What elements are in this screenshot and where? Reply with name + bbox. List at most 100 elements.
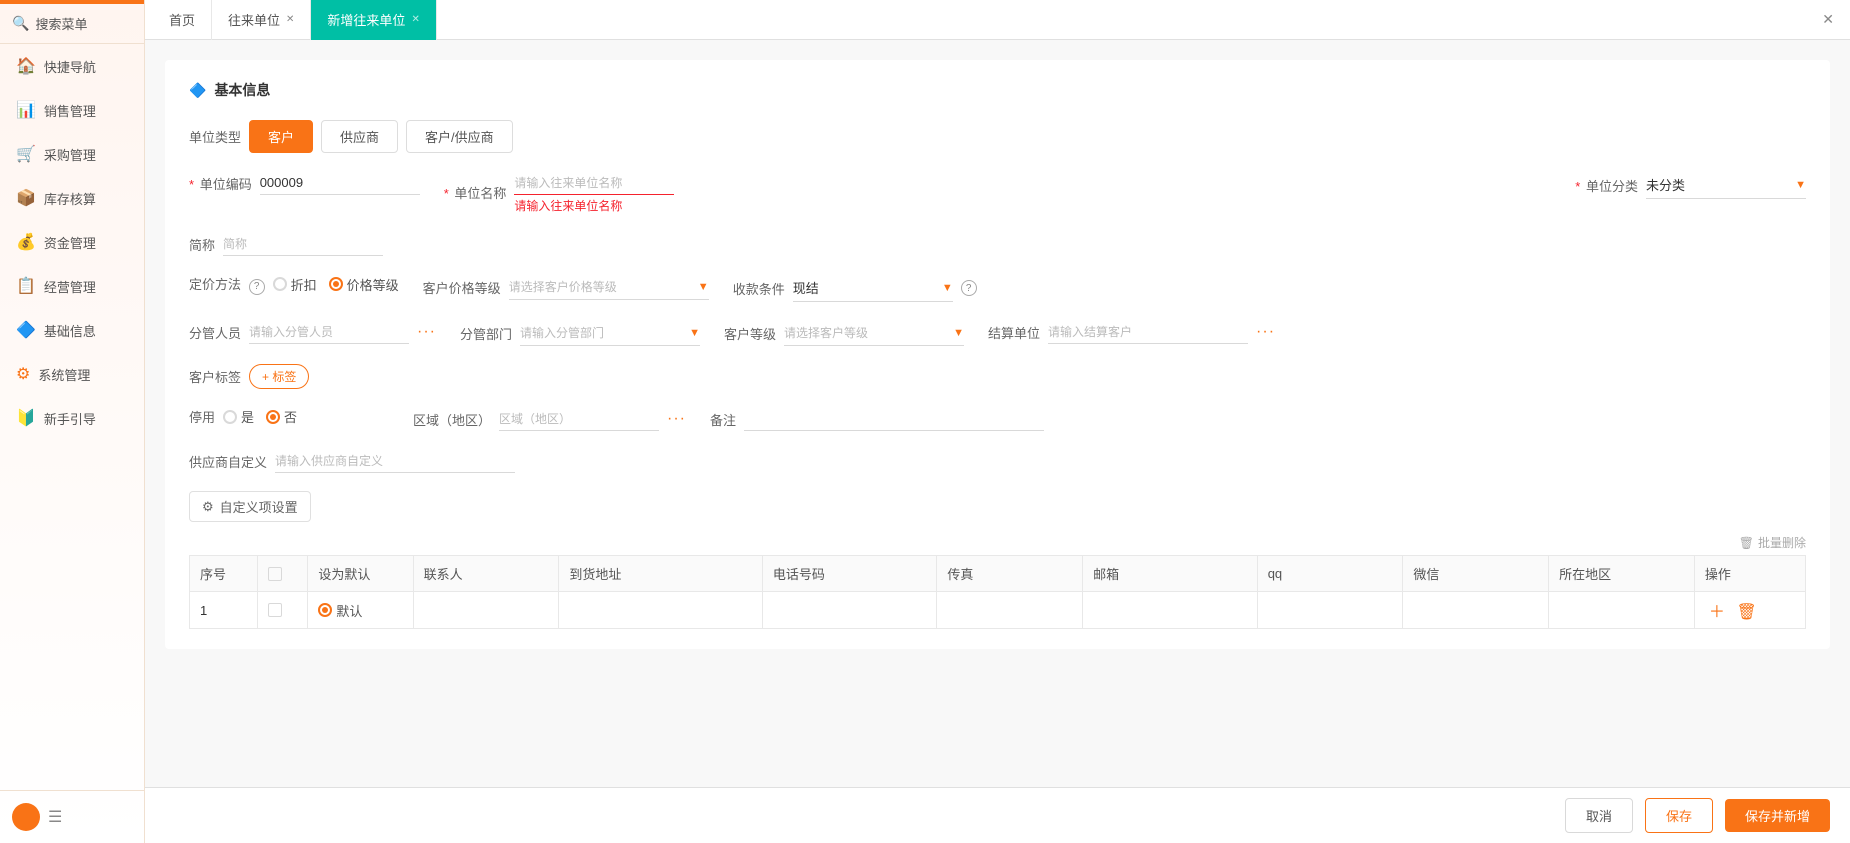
supplier-custom-input[interactable] — [275, 449, 515, 473]
unit-type-both-btn[interactable]: 客户/供应商 — [406, 120, 513, 153]
tab-new-contact[interactable]: 新增往来单位 ✕ — [311, 0, 436, 40]
manager-label: 分管人员 — [189, 323, 241, 342]
save-button[interactable]: 保存 — [1645, 798, 1713, 833]
row-email[interactable] — [1083, 592, 1258, 629]
sidebar-item-system[interactable]: ⚙ 系统管理 — [0, 352, 144, 396]
shopping-icon: 🛒 — [16, 144, 36, 164]
delete-row-button[interactable]: 🗑 — [1733, 602, 1761, 622]
sidebar-item-basic-info[interactable]: 🔷 基础信息 — [0, 308, 144, 352]
clipboard-icon: 📋 — [16, 276, 36, 296]
supplier-custom-label: 供应商自定义 — [189, 452, 267, 471]
row-fax[interactable] — [937, 592, 1083, 629]
payment-terms-field: 收款条件 现结 ▼ ? — [733, 274, 977, 302]
email-input[interactable] — [1093, 603, 1193, 618]
sidebar-item-guide[interactable]: 🔰 新手引导 — [0, 396, 144, 440]
disabled-label: 停用 — [189, 407, 215, 426]
pricing-discount-radio[interactable]: 折扣 — [273, 275, 317, 294]
payment-help-icon[interactable]: ? — [961, 280, 977, 296]
sidebar-item-quick-nav[interactable]: 🏠 快捷导航 — [0, 44, 144, 88]
customer-level-select[interactable]: 请选择客户等级 ▼ — [784, 320, 964, 346]
unit-category-value: 未分类 — [1646, 175, 1791, 194]
row-phone[interactable] — [762, 592, 937, 629]
sidebar-search[interactable]: 🔍 搜索菜单 — [0, 4, 144, 44]
sidebar-item-purchase[interactable]: 🛒 采购管理 — [0, 132, 144, 176]
settlement-input[interactable] — [1048, 320, 1248, 344]
phone-input[interactable] — [773, 603, 873, 618]
customer-level-placeholder: 请选择客户等级 — [784, 324, 949, 341]
contact-input[interactable] — [424, 603, 504, 618]
sidebar-item-finance[interactable]: 💰 资金管理 — [0, 220, 144, 264]
pricing-grade-radio[interactable]: 价格等级 — [329, 275, 399, 294]
gear-icon: ⚙ — [16, 364, 30, 384]
sidebar-item-management[interactable]: 📋 经营管理 — [0, 264, 144, 308]
custom-settings-button[interactable]: ⚙ 自定义项设置 — [189, 491, 311, 522]
region-table-input[interactable] — [1559, 603, 1639, 618]
chevron-down-icon: ▼ — [1795, 179, 1806, 191]
tab-contacts-close[interactable]: ✕ — [286, 14, 294, 25]
add-row-button[interactable]: ＋ — [1705, 598, 1729, 622]
row-checkbox[interactable] — [268, 603, 282, 617]
add-tag-button[interactable]: + 标签 — [249, 364, 309, 389]
row-delivery[interactable] — [559, 592, 762, 629]
select-all-checkbox[interactable] — [268, 567, 282, 581]
department-placeholder: 请输入分管部门 — [520, 324, 685, 341]
row-region[interactable] — [1549, 592, 1695, 629]
save-and-new-button[interactable]: 保存并新增 — [1725, 799, 1830, 832]
unit-code-input[interactable] — [260, 171, 420, 195]
unit-name-input[interactable] — [514, 171, 674, 195]
short-name-row: 简称 — [189, 232, 1806, 256]
disabled-radio-group: 是 否 — [223, 407, 297, 426]
disabled-row: 停用 是 否 区 — [189, 407, 1806, 431]
batch-delete-icon: 🗑 — [1739, 536, 1754, 550]
table-row: 1 默认 — [190, 592, 1806, 629]
unit-category-select[interactable]: 未分类 ▼ — [1646, 171, 1806, 199]
unit-type-field: 单位类型 客户 供应商 客户/供应商 — [189, 120, 513, 153]
dept-chevron-icon: ▼ — [689, 327, 700, 339]
col-delivery: 到货地址 — [559, 556, 762, 592]
sidebar-item-sales[interactable]: 📊 销售管理 — [0, 88, 144, 132]
disabled-yes-label: 是 — [241, 407, 254, 426]
tab-new-contact-close[interactable]: ✕ — [411, 14, 419, 25]
disabled-yes-radio[interactable]: 是 — [223, 407, 254, 426]
cancel-button[interactable]: 取消 — [1565, 798, 1633, 833]
unit-name-field: * 单位名称 请输入往来单位名称 — [444, 171, 1552, 214]
box-icon: 📦 — [16, 188, 36, 208]
supplier-custom-row: 供应商自定义 — [189, 449, 1806, 473]
department-select[interactable]: 请输入分管部门 ▼ — [520, 320, 700, 346]
row-contact[interactable] — [413, 592, 559, 629]
disabled-no-radio[interactable]: 否 — [266, 407, 297, 426]
menu-icon[interactable]: ☰ — [48, 807, 62, 827]
payment-terms-select[interactable]: 现结 ▼ — [793, 274, 953, 302]
short-name-input[interactable] — [223, 232, 383, 256]
manager-field: 分管人员 ··· — [189, 320, 436, 344]
sidebar-item-inventory[interactable]: 📦 库存核算 — [0, 176, 144, 220]
pricing-help-icon[interactable]: ? — [249, 279, 265, 295]
fax-input[interactable] — [947, 603, 1027, 618]
manager-more-icon[interactable]: ··· — [417, 323, 436, 341]
customer-tag-row: 客户标签 + 标签 — [189, 364, 1806, 389]
unit-category-label: * 单位分类 — [1575, 176, 1638, 195]
discount-radio-label: 折扣 — [291, 275, 317, 294]
unit-name-wrapper: 请输入往来单位名称 — [514, 171, 674, 214]
customer-price-level-select[interactable]: 请选择客户价格等级 ▼ — [509, 274, 709, 300]
contacts-table: 序号 设为默认 联系人 到货地址 电话号码 传真 邮箱 qq 微信 所在地区 — [189, 555, 1806, 629]
qq-input[interactable] — [1268, 603, 1348, 618]
delivery-input[interactable] — [569, 603, 689, 618]
unit-type-supplier-btn[interactable]: 供应商 — [321, 120, 398, 153]
unit-type-customer-btn[interactable]: 客户 — [249, 120, 313, 153]
row-qq[interactable] — [1257, 592, 1403, 629]
row-default-radio[interactable]: 默认 — [318, 601, 402, 620]
unit-category-field: * 单位分类 未分类 ▼ — [1575, 171, 1806, 199]
region-input[interactable] — [499, 407, 659, 431]
tab-contacts[interactable]: 往来单位 ✕ — [212, 0, 311, 40]
col-qq: qq — [1257, 556, 1403, 592]
batch-delete-label: 批量删除 — [1758, 534, 1806, 551]
tab-home[interactable]: 首页 — [153, 0, 212, 40]
notes-input[interactable] — [744, 407, 1044, 431]
settlement-more-icon[interactable]: ··· — [1256, 323, 1275, 341]
row-wechat[interactable] — [1403, 592, 1549, 629]
manager-input[interactable] — [249, 320, 409, 344]
region-more-icon[interactable]: ··· — [667, 410, 686, 428]
wechat-input[interactable] — [1413, 603, 1493, 618]
tab-bar-close-button[interactable]: ✕ — [1814, 7, 1842, 32]
